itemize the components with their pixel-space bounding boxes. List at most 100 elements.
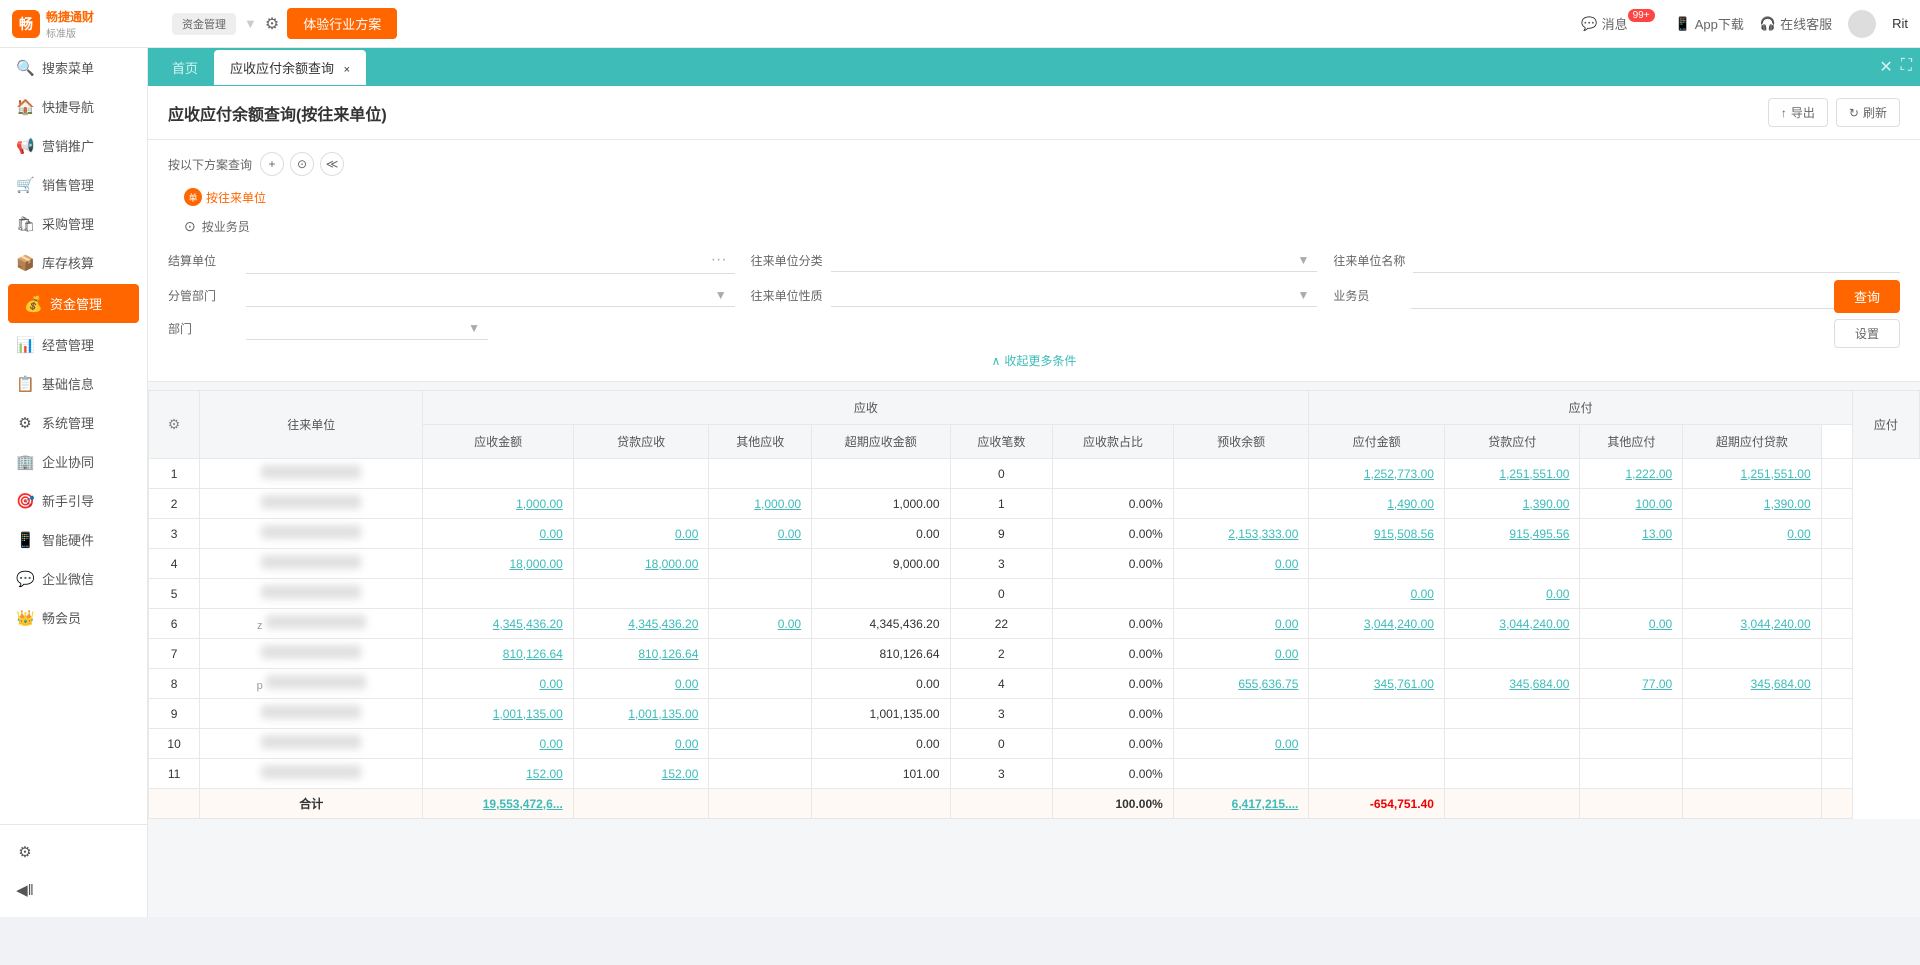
add-scheme-button[interactable]: + bbox=[260, 152, 284, 176]
table-cell[interactable]: 18,000.00 bbox=[423, 549, 573, 579]
collapse-button[interactable]: ∧ 收起更多条件 bbox=[168, 348, 1900, 373]
sidebar-item-nav[interactable]: 🏠 快捷导航 bbox=[0, 87, 147, 126]
table-cell[interactable]: 4,345,436.20 bbox=[573, 609, 709, 639]
table-cell[interactable]: 3,044,240.00 bbox=[1309, 609, 1445, 639]
jiesuan-input-wrapper[interactable]: ··· bbox=[246, 247, 735, 274]
table-wrapper[interactable]: ⚙ 往来单位 应收 应付 应付 应收金额 贷款应收 其他应收 超期应收金额 应收… bbox=[148, 382, 1920, 917]
sidebar-item-weixin[interactable]: 💬 企业微信 bbox=[0, 559, 147, 598]
scheme-wanglai[interactable]: 单 按往来单位 bbox=[176, 184, 1900, 210]
sidebar-item-cooperation[interactable]: 🏢 企业协同 bbox=[0, 442, 147, 481]
sidebar-item-settings[interactable]: ⚙ bbox=[0, 833, 147, 871]
sidebar-item-marketing[interactable]: 📢 营销推广 bbox=[0, 126, 147, 165]
table-cell[interactable]: 0.00 bbox=[1444, 579, 1580, 609]
table-cell[interactable]: 1,251,551.00 bbox=[1444, 459, 1580, 489]
table-cell[interactable]: 1,390.00 bbox=[1683, 489, 1821, 519]
table-cell[interactable]: 152.00 bbox=[423, 759, 573, 789]
table-cell[interactable]: 152.00 bbox=[573, 759, 709, 789]
tab-query[interactable]: 应收应付余额查询 × bbox=[214, 50, 366, 85]
table-cell[interactable]: 100.00 bbox=[1580, 489, 1683, 519]
table-cell[interactable]: 0.00 bbox=[573, 669, 709, 699]
table-cell[interactable]: 0.00 bbox=[423, 669, 573, 699]
table-cell[interactable]: 1,252,773.00 bbox=[1309, 459, 1445, 489]
table-cell[interactable]: 1,490.00 bbox=[1309, 489, 1445, 519]
footer-yuyu[interactable]: 6,417,215.... bbox=[1173, 789, 1309, 819]
sidebar-item-hardware[interactable]: 📱 智能硬件 bbox=[0, 520, 147, 559]
th-settings[interactable]: ⚙ bbox=[149, 391, 200, 459]
tab-home[interactable]: 首页 bbox=[156, 50, 214, 85]
table-cell[interactable]: 810,126.64 bbox=[423, 639, 573, 669]
sidebar-item-guide[interactable]: 🎯 新手引导 bbox=[0, 481, 147, 520]
settings-icon[interactable]: ⚙ bbox=[265, 14, 279, 34]
sidebar-item-finance[interactable]: 💰 资金管理 bbox=[8, 284, 139, 323]
table-settings-icon[interactable]: ⚙ bbox=[168, 416, 181, 432]
yewuyuan-input[interactable] bbox=[1419, 288, 1876, 302]
table-cell[interactable]: 655,636.75 bbox=[1173, 669, 1309, 699]
fengguan-select-wrapper[interactable]: ▼ bbox=[246, 284, 735, 307]
sidebar-item-member[interactable]: 👑 畅会员 bbox=[0, 598, 147, 637]
footer-yingshou[interactable]: 19,553,472,6... bbox=[423, 789, 573, 819]
bumen-select-wrapper[interactable]: ▼ bbox=[246, 317, 488, 340]
table-cell[interactable]: 345,684.00 bbox=[1444, 669, 1580, 699]
table-cell[interactable]: 0.00 bbox=[1173, 729, 1309, 759]
sidebar-item-inventory[interactable]: 📦 库存核算 bbox=[0, 243, 147, 282]
edit-scheme-button[interactable]: ⊙ bbox=[290, 152, 314, 176]
tab-close-btn[interactable]: ✕ bbox=[1879, 57, 1892, 77]
table-cell[interactable]: 3,044,240.00 bbox=[1444, 609, 1580, 639]
sidebar-item-collapse[interactable]: ◀‖ bbox=[0, 871, 147, 909]
arrow-scheme-button[interactable]: ≪ bbox=[320, 152, 344, 176]
scheme-yewuyuan[interactable]: ⊙ 按业务员 bbox=[176, 214, 1900, 239]
sidebar-item-search[interactable]: 🔍 搜索菜单 bbox=[0, 48, 147, 87]
yewuyuan-input-wrapper[interactable]: ··· bbox=[1411, 282, 1900, 309]
app-download-button[interactable]: 📱 App下载 bbox=[1675, 14, 1744, 33]
tab-close-icon[interactable]: × bbox=[344, 64, 350, 76]
export-button[interactable]: ↑ 导出 bbox=[1768, 98, 1828, 127]
sidebar-item-management[interactable]: 📊 经营管理 bbox=[0, 325, 147, 364]
avatar[interactable] bbox=[1848, 10, 1876, 38]
table-cell[interactable]: 0.00 bbox=[709, 519, 812, 549]
table-cell[interactable]: 1,222.00 bbox=[1580, 459, 1683, 489]
table-cell[interactable]: 1,001,135.00 bbox=[573, 699, 709, 729]
table-cell[interactable]: 915,495.56 bbox=[1444, 519, 1580, 549]
table-cell[interactable]: 1,000.00 bbox=[709, 489, 812, 519]
refresh-button[interactable]: ↻ 刷新 bbox=[1836, 98, 1900, 127]
query-button[interactable]: 查询 bbox=[1834, 280, 1900, 313]
table-cell[interactable]: 2,153,333.00 bbox=[1173, 519, 1309, 549]
table-cell[interactable]: 0.00 bbox=[1173, 549, 1309, 579]
jiesuan-input[interactable] bbox=[254, 253, 711, 267]
table-cell[interactable]: 345,684.00 bbox=[1683, 669, 1821, 699]
table-cell[interactable]: 0.00 bbox=[1683, 519, 1821, 549]
sidebar-item-sales[interactable]: 🛒 销售管理 bbox=[0, 165, 147, 204]
table-cell[interactable]: 810,126.64 bbox=[573, 639, 709, 669]
tab-expand-btn[interactable]: ⛶ bbox=[1901, 57, 1912, 77]
table-cell[interactable]: 0.00 bbox=[423, 729, 573, 759]
set-button[interactable]: 设置 bbox=[1834, 319, 1900, 348]
sidebar-item-system[interactable]: ⚙ 系统管理 bbox=[0, 403, 147, 442]
table-cell[interactable]: 345,761.00 bbox=[1309, 669, 1445, 699]
table-cell[interactable]: 0.00 bbox=[1309, 579, 1445, 609]
jiesuan-dots-icon[interactable]: ··· bbox=[711, 251, 727, 269]
table-cell[interactable]: 0.00 bbox=[1173, 609, 1309, 639]
fenlei-select-wrapper[interactable]: ▼ bbox=[831, 249, 1318, 272]
table-cell[interactable]: 1,000.00 bbox=[423, 489, 573, 519]
table-cell[interactable]: 915,508.56 bbox=[1309, 519, 1445, 549]
online-service-button[interactable]: 🎧 在线客服 bbox=[1760, 14, 1832, 33]
table-cell[interactable]: 0.00 bbox=[573, 729, 709, 759]
table-cell[interactable]: 1,251,551.00 bbox=[1683, 459, 1821, 489]
table-cell[interactable]: 0.00 bbox=[1580, 609, 1683, 639]
table-cell[interactable]: 3,044,240.00 bbox=[1683, 609, 1821, 639]
message-button[interactable]: 💬 消息 99+ bbox=[1581, 14, 1658, 33]
table-cell[interactable]: 1,001,135.00 bbox=[423, 699, 573, 729]
table-cell[interactable]: 0.00 bbox=[573, 519, 709, 549]
table-cell[interactable]: 13.00 bbox=[1580, 519, 1683, 549]
sidebar-item-purchase[interactable]: 🛍 采购管理 bbox=[0, 204, 147, 243]
table-cell[interactable]: 0.00 bbox=[709, 609, 812, 639]
mingcheng-input[interactable] bbox=[1421, 254, 1892, 268]
nav-breadcrumb[interactable]: 资金管理 bbox=[172, 13, 236, 35]
table-cell[interactable]: 1,390.00 bbox=[1444, 489, 1580, 519]
table-cell[interactable]: 18,000.00 bbox=[573, 549, 709, 579]
sidebar-item-basic[interactable]: 📋 基础信息 bbox=[0, 364, 147, 403]
table-cell[interactable]: 0.00 bbox=[1173, 639, 1309, 669]
industry-plan-button[interactable]: 体验行业方案 bbox=[287, 8, 397, 39]
mingcheng-input-wrapper[interactable] bbox=[1413, 249, 1900, 273]
table-cell[interactable]: 0.00 bbox=[423, 519, 573, 549]
